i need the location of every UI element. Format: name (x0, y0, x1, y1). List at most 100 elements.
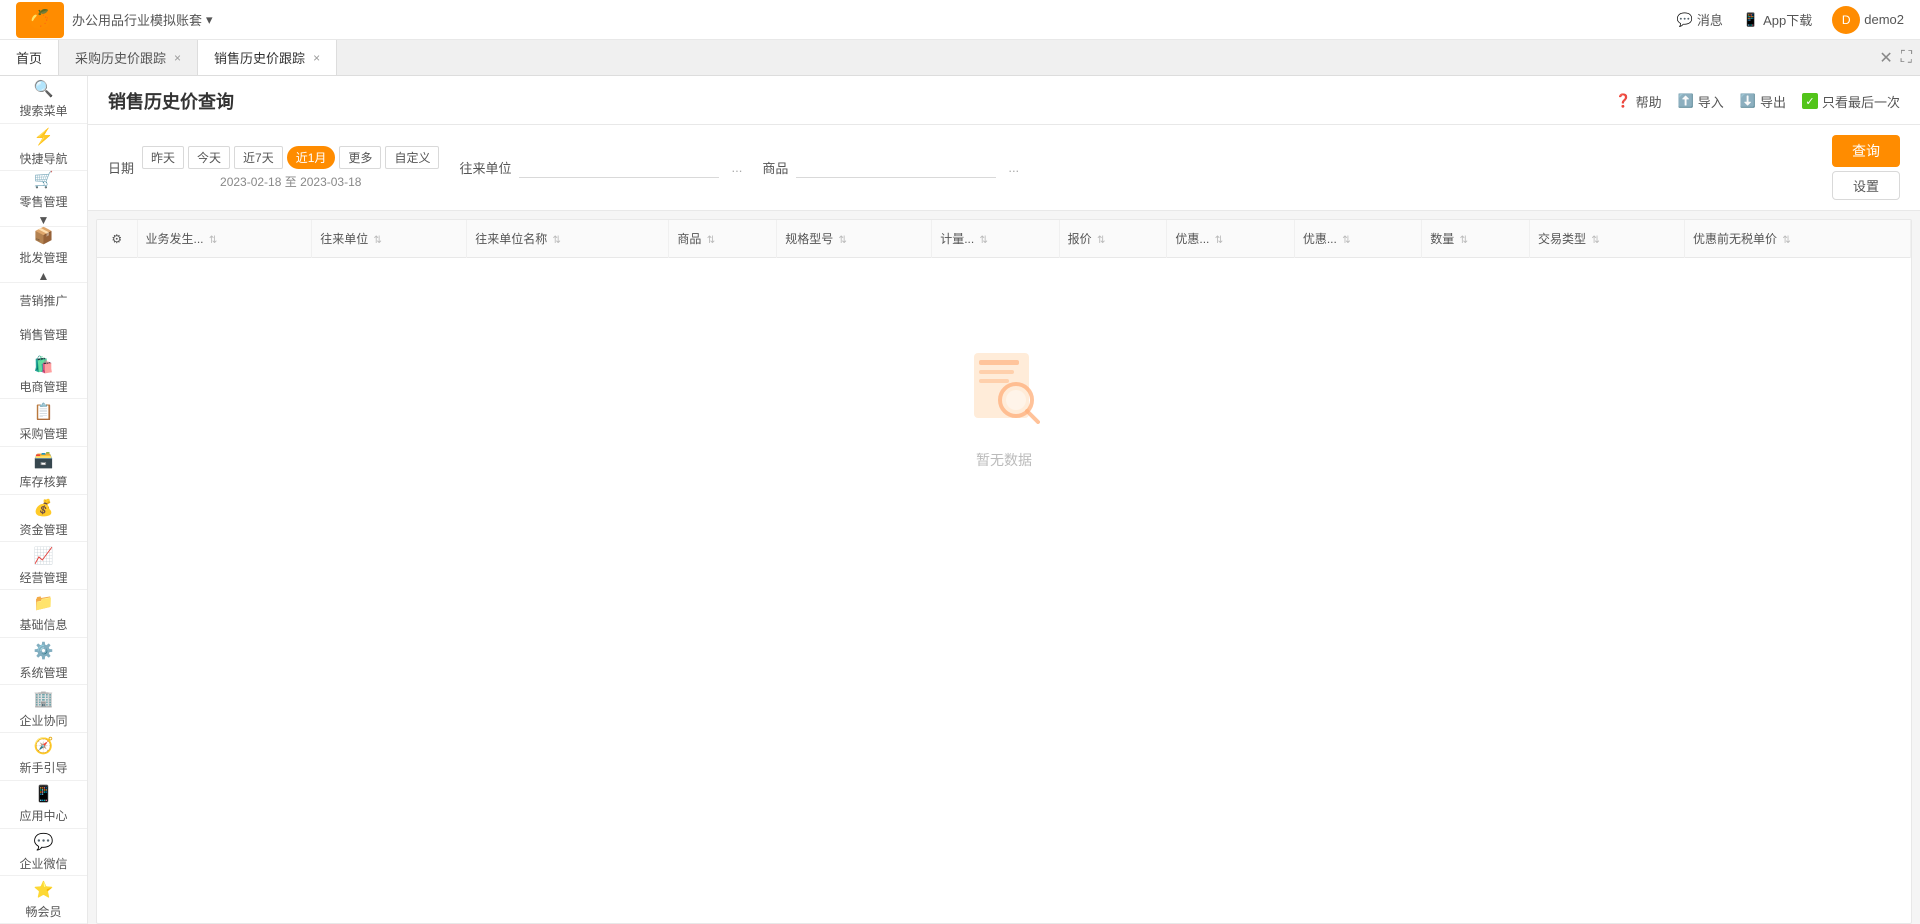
quick-nav-icon: ⚡ (34, 127, 54, 147)
message-icon: 💬 (1677, 12, 1693, 28)
sidebar-item-member[interactable]: ⭐ 畅会员 (0, 876, 87, 924)
date-range-text: 2023-02-18 至 2023-03-18 (220, 173, 361, 190)
sidebar-item-sales-mgmt[interactable]: 销售管理 (0, 317, 87, 351)
sort-icon-counterpart-name: ⇅ (553, 235, 561, 246)
th-qty[interactable]: 数量 ⇅ (1422, 220, 1530, 258)
sidebar-item-inventory[interactable]: 🗃️ 库存核算 (0, 447, 87, 495)
counterpart-label: 往来单位 (459, 158, 511, 177)
app-title-dropdown[interactable]: 办公用品行业模拟账套 ▾ (72, 10, 213, 29)
import-icon: ⬆️ (1678, 93, 1694, 109)
basic-info-icon: 📁 (34, 593, 54, 613)
sidebar-item-system[interactable]: ⚙️ 系统管理 (0, 638, 87, 686)
sidebar-item-operations[interactable]: 📈 经营管理 (0, 542, 87, 590)
settings-button[interactable]: 设置 (1832, 171, 1900, 200)
sidebar-item-enterprise[interactable]: 🏢 企业协同 (0, 685, 87, 733)
sort-icon-pre-tax-price: ⇅ (1782, 235, 1790, 246)
user-menu[interactable]: D demo2 (1832, 6, 1904, 34)
topbar-left: 🍊 办公用品行业模拟账套 ▾ (16, 2, 213, 38)
import-btn[interactable]: ⬆️ 导入 (1678, 92, 1724, 111)
th-unit[interactable]: 计量... ⇅ (932, 220, 1059, 258)
th-quote[interactable]: 报价 ⇅ (1059, 220, 1167, 258)
only-last-checkbox[interactable]: 只看最后一次 (1802, 92, 1900, 111)
message-btn[interactable]: 💬 消息 (1677, 10, 1723, 29)
date-btn-row: 昨天 今天 近7天 近1月 更多 自定义 (142, 146, 439, 169)
topbar-right: 💬 消息 📱 App下载 D demo2 (1677, 6, 1904, 34)
date-btn-more[interactable]: 更多 (339, 146, 381, 169)
tab-sales-history-close[interactable]: × (313, 51, 320, 65)
close-tab-btn[interactable]: ✕ (1879, 48, 1892, 68)
table-container: ⚙ 业务发生... ⇅ 往来单位 ⇅ 往来单位名称 ⇅ (96, 219, 1912, 924)
finance-icon: 💰 (34, 498, 54, 518)
sidebar-item-basic-info[interactable]: 📁 基础信息 (0, 590, 87, 638)
filter-actions: 查询 设置 (1832, 135, 1900, 200)
counterpart-dots: ... (731, 160, 742, 175)
app-icon: 📱 (1743, 12, 1759, 28)
date-btn-7days[interactable]: 近7天 (234, 146, 283, 169)
sidebar-item-search-menu[interactable]: 🔍 搜索菜单 (0, 76, 87, 124)
help-btn[interactable]: ❓ 帮助 (1615, 92, 1661, 111)
th-trade-type[interactable]: 交易类型 ⇅ (1530, 220, 1685, 258)
system-icon: ⚙️ (34, 641, 54, 661)
th-counterpart-code[interactable]: 往来单位 ⇅ (312, 220, 467, 258)
th-biz-date[interactable]: 业务发生... ⇅ (137, 220, 312, 258)
sidebar-item-guide[interactable]: 🧭 新手引导 (0, 733, 87, 781)
search-menu-icon: 🔍 (34, 79, 54, 99)
dropdown-icon: ▾ (206, 12, 213, 28)
tab-home[interactable]: 首页 (0, 40, 59, 75)
retail-arrow: ▼ (38, 213, 50, 227)
sidebar-item-marketing[interactable]: 营销推广 (0, 283, 87, 317)
sort-icon-spec: ⇅ (839, 235, 847, 246)
counterpart-input[interactable] (519, 158, 719, 178)
sort-icon-biz-date: ⇅ (209, 235, 217, 246)
tab-sales-history[interactable]: 销售历史价跟踪 × (198, 40, 337, 75)
table-header-row: ⚙ 业务发生... ⇅ 往来单位 ⇅ 往来单位名称 ⇅ (97, 220, 1911, 258)
main-layout: 🔍 搜索菜单 ⚡ 快捷导航 🛒 零售管理 ▼ 📦 批发管理 ▲ 营销推广 销售管… (0, 76, 1920, 924)
sidebar-item-purchase-mgmt[interactable]: 📋 采购管理 (0, 399, 87, 447)
th-discount2[interactable]: 优惠... ⇅ (1294, 220, 1421, 258)
date-btn-today[interactable]: 今天 (188, 146, 230, 169)
th-discount1[interactable]: 优惠... ⇅ (1167, 220, 1294, 258)
help-icon: ❓ (1615, 93, 1631, 109)
content-area: 销售历史价查询 ❓ 帮助 ⬆️ 导入 ⬇️ 导出 只看最后一次 (88, 76, 1920, 924)
page-header: 销售历史价查询 ❓ 帮助 ⬆️ 导入 ⬇️ 导出 只看最后一次 (88, 76, 1920, 125)
inventory-icon: 🗃️ (34, 450, 54, 470)
product-dots: ... (1008, 160, 1019, 175)
wechat-icon: 💬 (34, 832, 54, 852)
th-counterpart-name[interactable]: 往来单位名称 ⇅ (467, 220, 669, 258)
sidebar-item-wechat[interactable]: 💬 企业微信 (0, 829, 87, 877)
sidebar-item-retail-mgmt[interactable]: 🛒 零售管理 ▼ (0, 171, 87, 227)
empty-text: 暂无数据 (976, 450, 1032, 470)
product-input[interactable] (796, 158, 996, 178)
date-btn-1month[interactable]: 近1月 (287, 146, 336, 169)
th-pre-tax-price[interactable]: 优惠前无税单价 ⇅ (1685, 220, 1911, 258)
sidebar-item-ecommerce[interactable]: 🛍️ 电商管理 (0, 351, 87, 399)
guide-icon: 🧭 (34, 736, 54, 756)
sort-icon-product: ⇅ (707, 235, 715, 246)
sidebar-item-quick-nav[interactable]: ⚡ 快捷导航 (0, 124, 87, 172)
sidebar-item-app-center[interactable]: 📱 应用中心 (0, 781, 87, 829)
page-header-actions: ❓ 帮助 ⬆️ 导入 ⬇️ 导出 只看最后一次 (1615, 92, 1900, 111)
ecommerce-icon: 🛍️ (34, 355, 54, 375)
tab-purchase-history-close[interactable]: × (174, 51, 181, 65)
th-gear[interactable]: ⚙ (97, 220, 137, 258)
member-icon: ⭐ (34, 880, 54, 900)
app-download-btn[interactable]: 📱 App下载 (1743, 10, 1812, 29)
th-spec[interactable]: 规格型号 ⇅ (777, 220, 932, 258)
maximize-btn[interactable]: ⛶ (1901, 49, 1912, 67)
app-center-icon: 📱 (34, 784, 54, 804)
tabs-bar: 首页 采购历史价跟踪 × 销售历史价跟踪 × ✕ ⛶ (0, 40, 1920, 76)
data-table: ⚙ 业务发生... ⇅ 往来单位 ⇅ 往来单位名称 ⇅ (97, 220, 1911, 258)
date-btn-custom[interactable]: 自定义 (385, 146, 439, 169)
sidebar-item-wholesale-mgmt[interactable]: 📦 批发管理 ▲ (0, 227, 87, 283)
export-icon: ⬇️ (1740, 93, 1756, 109)
th-product[interactable]: 商品 ⇅ (669, 220, 777, 258)
filter-bar: 日期 昨天 今天 近7天 近1月 更多 自定义 2023-02-18 至 202… (88, 125, 1920, 211)
query-button[interactable]: 查询 (1832, 135, 1900, 167)
date-btn-yesterday[interactable]: 昨天 (142, 146, 184, 169)
wholesale-arrow: ▲ (38, 269, 50, 283)
operations-icon: 📈 (34, 546, 54, 566)
export-btn[interactable]: ⬇️ 导出 (1740, 92, 1786, 111)
sidebar-item-finance[interactable]: 💰 资金管理 (0, 495, 87, 543)
tab-purchase-history[interactable]: 采购历史价跟踪 × (59, 40, 198, 75)
empty-icon (954, 338, 1054, 438)
